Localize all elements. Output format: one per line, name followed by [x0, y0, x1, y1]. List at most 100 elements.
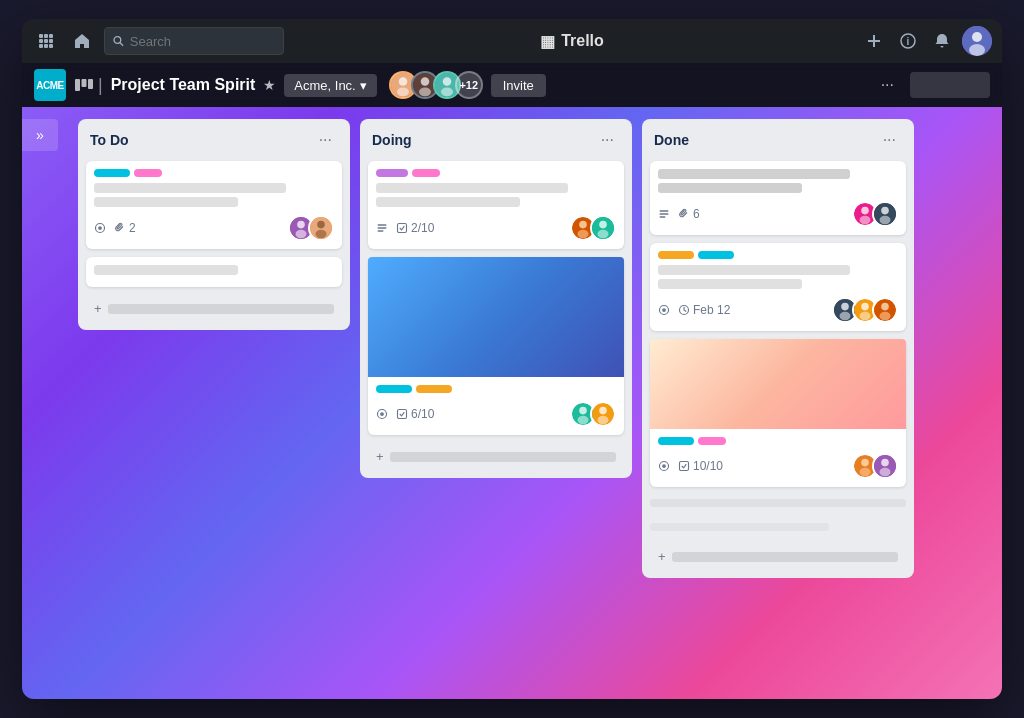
svg-rect-8	[49, 44, 53, 48]
svg-rect-41	[398, 224, 407, 233]
badge-checklist2: 6/10	[396, 407, 434, 421]
card-avatars-done2	[832, 297, 898, 323]
home-icon[interactable]	[68, 27, 96, 55]
user-avatar[interactable]	[962, 26, 992, 56]
card-labels-doing	[376, 169, 616, 177]
list-header-done: Done ···	[650, 127, 906, 153]
info-button[interactable]: i	[894, 27, 922, 55]
card-badges-doing1: 2/10	[376, 221, 434, 235]
badge-checklist: 2/10	[396, 221, 434, 235]
svg-point-33	[297, 221, 305, 229]
svg-point-47	[598, 230, 609, 238]
add-button[interactable]	[860, 27, 888, 55]
add-card-doing[interactable]: +	[368, 443, 624, 470]
card-badges-done2: Feb 12	[658, 303, 730, 317]
sidebar-toggle-button[interactable]: »	[22, 119, 58, 151]
board-views-icon[interactable]	[74, 75, 94, 95]
add-card-done[interactable]: +	[650, 543, 906, 570]
done-separator-2	[650, 523, 829, 531]
label-cyan	[94, 169, 130, 177]
star-button[interactable]: ★	[263, 77, 276, 93]
label-cyan-d3	[658, 437, 694, 445]
label-yellow-d2	[658, 251, 694, 259]
card-footer: 2	[94, 215, 334, 241]
card-footer-done3: 10/10	[658, 453, 898, 479]
app-title: Trello	[561, 32, 604, 50]
svg-point-76	[881, 303, 889, 311]
board-title: Project Team Spirit	[111, 76, 256, 94]
card-badges-done1: 6	[658, 207, 700, 221]
svg-rect-6	[39, 44, 43, 48]
label-pink2	[412, 169, 440, 177]
list-title-done: Done	[654, 132, 689, 148]
members-count[interactable]: +12	[455, 71, 483, 99]
svg-point-77	[880, 312, 891, 320]
badge-checklist-done3: 10/10	[678, 459, 723, 473]
invite-button[interactable]: Invite	[491, 74, 546, 97]
badge-watch	[94, 222, 106, 234]
search-input[interactable]	[130, 34, 275, 49]
svg-rect-57	[660, 210, 669, 212]
svg-point-28	[442, 77, 451, 86]
card-labels	[94, 169, 334, 177]
list-more-doing[interactable]: ···	[595, 129, 620, 151]
add-card-placeholder-done	[672, 552, 898, 562]
card-todo-2[interactable]	[86, 257, 342, 287]
list-header-doing: Doing ···	[368, 127, 624, 153]
card-avatar-d2	[590, 215, 616, 241]
svg-rect-80	[680, 462, 689, 471]
list-doing: Doing ···	[360, 119, 632, 478]
card-cover-blue	[368, 257, 624, 377]
workspace-button[interactable]: Acme, Inc. ▾	[284, 74, 376, 97]
nav-actions: i	[860, 26, 992, 56]
card-text-2	[94, 197, 238, 207]
badge-watch-done2	[658, 304, 670, 316]
list-todo: To Do ···	[78, 119, 350, 330]
svg-point-34	[296, 230, 307, 238]
card-done-3[interactable]: 10/10	[650, 339, 906, 487]
grid-icon[interactable]	[32, 27, 60, 55]
svg-point-46	[599, 221, 607, 229]
card-doing-2[interactable]: 6/10	[368, 257, 624, 435]
card-avatar-done1-2	[872, 201, 898, 227]
search-bar[interactable]	[104, 27, 284, 55]
add-card-placeholder-doing	[390, 452, 616, 462]
svg-point-31	[98, 226, 102, 230]
svg-point-64	[881, 207, 889, 215]
svg-point-23	[397, 88, 409, 97]
add-card-todo[interactable]: +	[86, 295, 342, 322]
svg-rect-1	[44, 34, 48, 38]
svg-point-86	[880, 468, 891, 476]
card-done-1[interactable]: 6	[650, 161, 906, 235]
columns-wrapper: To Do ···	[78, 119, 914, 578]
svg-rect-50	[398, 410, 407, 419]
notification-bell-icon[interactable]	[928, 27, 956, 55]
svg-point-53	[578, 416, 589, 424]
card-doing-1[interactable]: 2/10	[368, 161, 624, 249]
label-purple	[376, 169, 408, 177]
card-todo-1[interactable]: 2	[86, 161, 342, 249]
svg-rect-2	[49, 34, 53, 38]
card-text-d2	[376, 197, 520, 207]
card-done-2[interactable]: Feb 12	[650, 243, 906, 331]
badge-watch2	[376, 408, 388, 420]
card-text-1	[94, 183, 286, 193]
plus-icon-done: +	[658, 549, 666, 564]
svg-rect-3	[39, 39, 43, 43]
card-avatar-d4	[590, 401, 616, 427]
label-pink-d3	[698, 437, 726, 445]
workspace-logo[interactable]: ACME	[34, 69, 66, 101]
card-avatars-doing2	[570, 401, 616, 427]
view-toggle[interactable]	[910, 72, 990, 98]
svg-point-85	[881, 459, 889, 467]
list-more-done[interactable]: ···	[877, 129, 902, 151]
board-nav-views: |	[74, 75, 103, 96]
svg-point-62	[860, 216, 871, 224]
badge-list	[376, 222, 388, 234]
list-more-todo[interactable]: ···	[313, 129, 338, 151]
svg-text:i: i	[907, 36, 910, 47]
more-options-button[interactable]: ···	[873, 72, 902, 98]
svg-point-44	[578, 230, 589, 238]
svg-rect-5	[49, 39, 53, 43]
svg-point-17	[969, 44, 985, 56]
